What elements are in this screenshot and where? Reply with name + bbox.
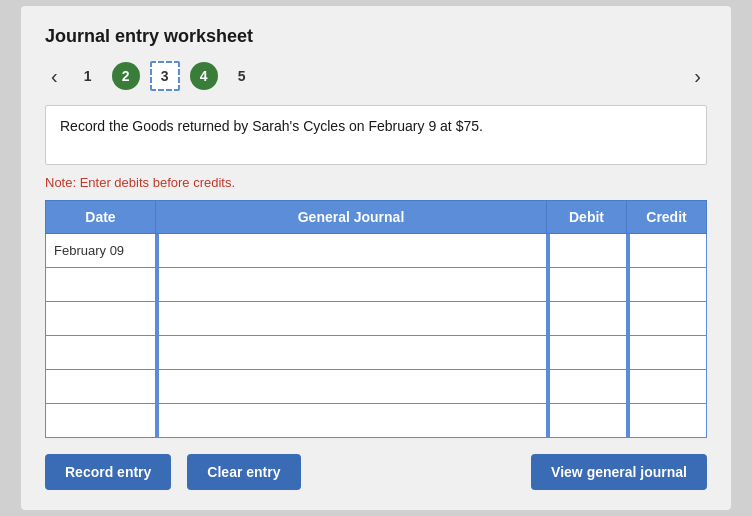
credit-input[interactable] [633, 309, 700, 328]
instruction-box: Record the Goods returned by Sarah's Cyc… [45, 105, 707, 165]
journal-input[interactable] [162, 411, 540, 430]
debit-cell[interactable] [547, 268, 627, 302]
col-credit: Credit [627, 201, 707, 234]
credit-input[interactable] [633, 377, 700, 396]
prev-arrow[interactable]: ‹ [45, 63, 64, 90]
credit-cell[interactable] [627, 268, 707, 302]
debit-input[interactable] [553, 343, 620, 362]
credit-cell[interactable] [627, 404, 707, 438]
step-1[interactable]: 1 [74, 62, 102, 90]
col-debit: Debit [547, 201, 627, 234]
debit-input[interactable] [553, 377, 620, 396]
col-date: Date [46, 201, 156, 234]
table-row [46, 268, 707, 302]
instruction-text: Record the Goods returned by Sarah's Cyc… [60, 118, 483, 134]
credit-cell[interactable] [627, 370, 707, 404]
credit-cell[interactable] [627, 234, 707, 268]
next-arrow[interactable]: › [688, 63, 707, 90]
credit-input[interactable] [633, 411, 700, 430]
date-cell [46, 268, 156, 302]
table-row: February 09 [46, 234, 707, 268]
step-4[interactable]: 4 [190, 62, 218, 90]
table-row [46, 302, 707, 336]
button-row: Record entry Clear entry View general jo… [45, 454, 707, 490]
journal-input[interactable] [162, 377, 540, 396]
credit-input[interactable] [633, 275, 700, 294]
date-cell [46, 370, 156, 404]
journal-input[interactable] [162, 241, 540, 260]
step-5[interactable]: 5 [228, 62, 256, 90]
step-nav: ‹ 1 2 3 4 5 › [45, 61, 707, 91]
debit-cell[interactable] [547, 336, 627, 370]
table-row [46, 404, 707, 438]
clear-entry-button[interactable]: Clear entry [187, 454, 300, 490]
table-row [46, 336, 707, 370]
debit-input[interactable] [553, 411, 620, 430]
journal-input[interactable] [162, 343, 540, 362]
main-container: Journal entry worksheet ‹ 1 2 3 4 5 › Re… [21, 6, 731, 510]
credit-cell[interactable] [627, 336, 707, 370]
date-cell [46, 404, 156, 438]
credit-cell[interactable] [627, 302, 707, 336]
journal-entry-cell[interactable] [156, 370, 547, 404]
note-text: Note: Enter debits before credits. [45, 175, 707, 190]
journal-input[interactable] [162, 275, 540, 294]
debit-input[interactable] [553, 309, 620, 328]
step-3[interactable]: 3 [150, 61, 180, 91]
debit-cell[interactable] [547, 234, 627, 268]
step-2[interactable]: 2 [112, 62, 140, 90]
debit-cell[interactable] [547, 370, 627, 404]
date-cell [46, 302, 156, 336]
credit-input[interactable] [633, 241, 700, 260]
debit-input[interactable] [553, 275, 620, 294]
date-cell: February 09 [46, 234, 156, 268]
journal-entry-cell[interactable] [156, 268, 547, 302]
journal-entry-cell[interactable] [156, 234, 547, 268]
journal-table: Date General Journal Debit Credit Februa… [45, 200, 707, 438]
date-cell [46, 336, 156, 370]
debit-cell[interactable] [547, 404, 627, 438]
page-title: Journal entry worksheet [45, 26, 707, 47]
journal-input[interactable] [162, 309, 540, 328]
debit-input[interactable] [553, 241, 620, 260]
journal-entry-cell[interactable] [156, 404, 547, 438]
journal-entry-cell[interactable] [156, 302, 547, 336]
credit-input[interactable] [633, 343, 700, 362]
view-general-journal-button[interactable]: View general journal [531, 454, 707, 490]
journal-entry-cell[interactable] [156, 336, 547, 370]
debit-cell[interactable] [547, 302, 627, 336]
record-entry-button[interactable]: Record entry [45, 454, 171, 490]
col-general-journal: General Journal [156, 201, 547, 234]
table-row [46, 370, 707, 404]
